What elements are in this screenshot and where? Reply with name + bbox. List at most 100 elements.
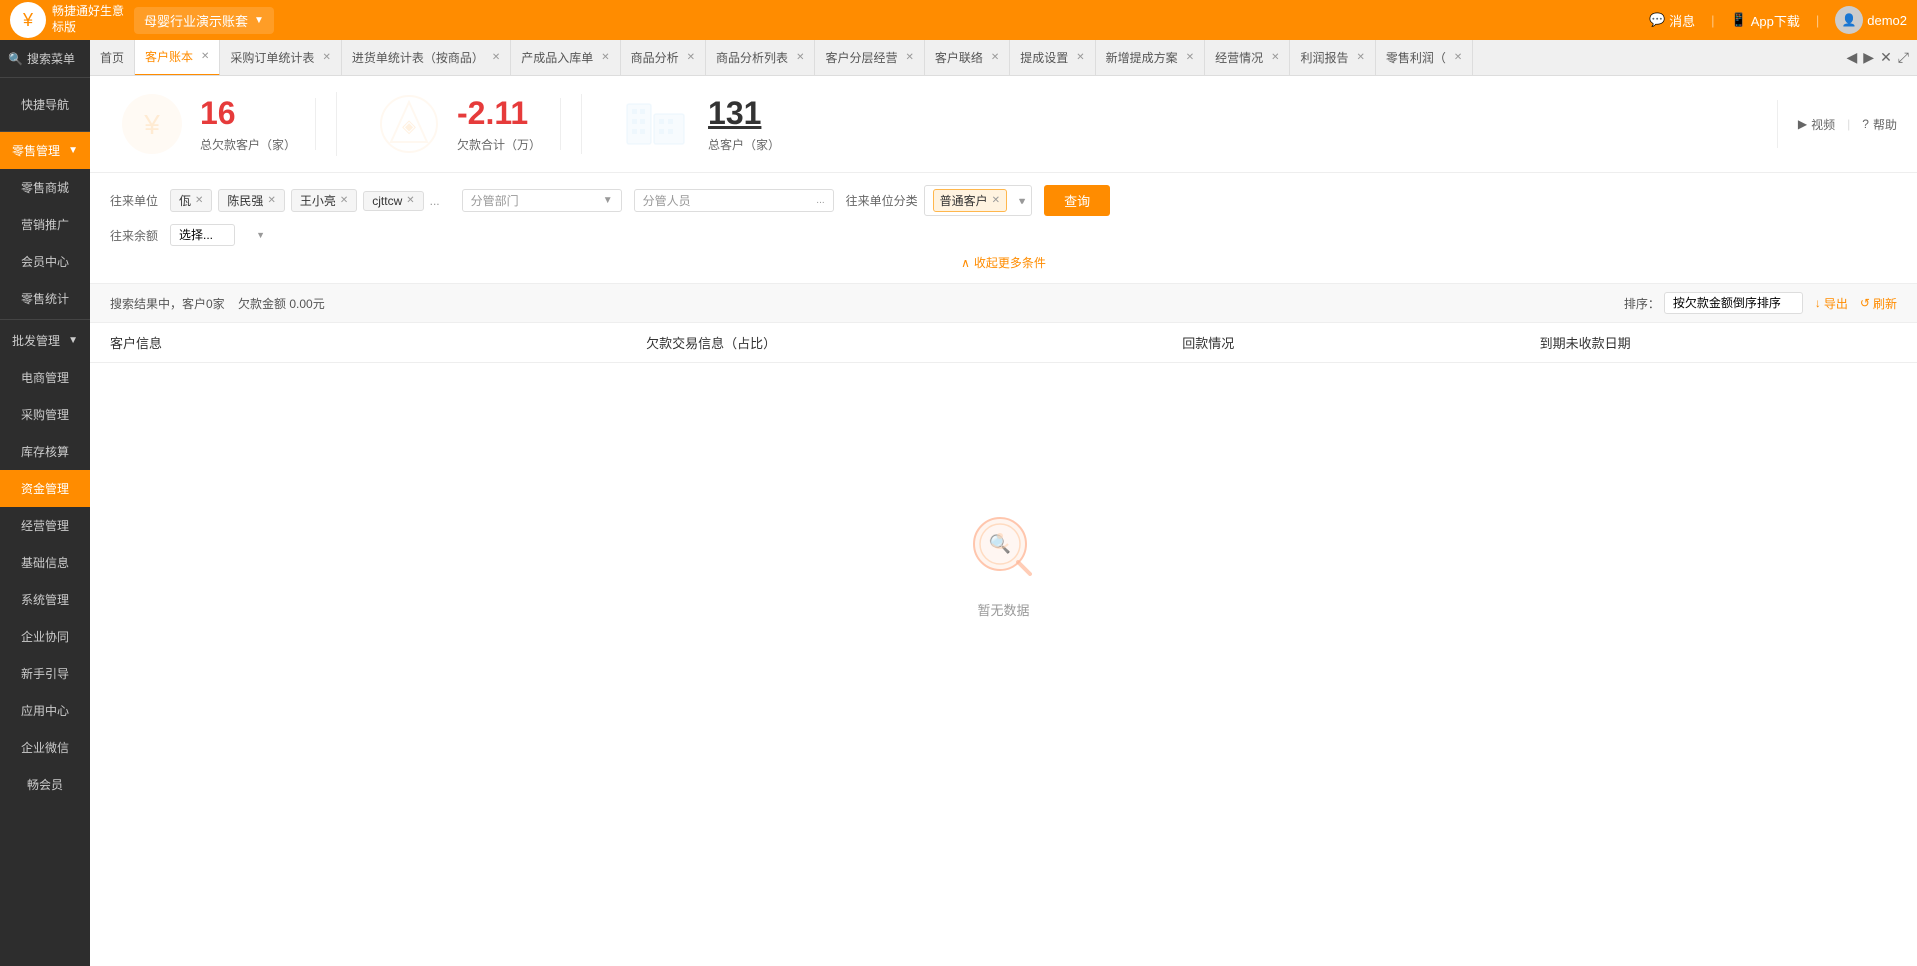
refresh-button[interactable]: ↺ 刷新: [1860, 295, 1897, 312]
help-btn[interactable]: ? 帮助: [1862, 116, 1897, 133]
tab-close-customer-account[interactable]: ✕: [201, 51, 209, 62]
sidebar-search[interactable]: 🔍 搜索菜单: [0, 40, 90, 78]
stat-values-debt-total: -2.11 欠款合计（万）: [457, 95, 541, 153]
tab-raise-settings[interactable]: 提成设置 ✕: [1010, 40, 1095, 76]
tab-product-analysis-list[interactable]: 商品分析列表 ✕: [706, 40, 815, 76]
unit-class-select-wrap[interactable]: 普通客户 ✕ ▼: [924, 185, 1032, 216]
filter-row-units: 往来单位 佤 ✕ 陈民强 ✕ 王小亮: [110, 185, 1897, 216]
person-dots: ...: [816, 195, 824, 206]
video-btn[interactable]: ▶ 视频: [1798, 116, 1835, 133]
unit-class-tag: 普通客户 ✕: [933, 189, 1007, 212]
filter-more-dots[interactable]: ...: [430, 194, 440, 208]
search-icon: 🔍: [8, 52, 23, 66]
tag-close-chen[interactable]: ✕: [267, 195, 275, 206]
sidebar-item-new-guide[interactable]: 新手引导: [0, 655, 90, 692]
tab-customer-account[interactable]: 客户账本 ✕: [135, 40, 220, 76]
refresh-icon: ↺: [1860, 296, 1870, 310]
sidebar-item-purchase[interactable]: 采购管理: [0, 396, 90, 433]
tab-close-new-raise-plan[interactable]: ✕: [1186, 52, 1194, 63]
sidebar-item-batch-mgmt[interactable]: 批发管理 ▼: [0, 322, 90, 359]
dept-select[interactable]: 分管部门 ▼: [462, 189, 622, 212]
export-button[interactable]: ↓ 导出: [1815, 295, 1848, 312]
person-select[interactable]: 分管人员 ...: [634, 189, 834, 212]
debt-total-number: -2.11: [457, 95, 541, 132]
tabs-controls: ◀ ▶ ✕ ⤢: [1839, 49, 1917, 66]
filter-tag-wang[interactable]: 王小亮 ✕: [291, 189, 357, 212]
sidebar-item-member-center[interactable]: 会员中心: [0, 243, 90, 280]
sidebar-item-enterprise-wechat[interactable]: 企业微信: [0, 729, 90, 766]
tab-close-customer-segment[interactable]: ✕: [905, 52, 913, 63]
balance-select[interactable]: 选择...: [170, 224, 235, 246]
sidebar-item-business[interactable]: 经营管理: [0, 507, 90, 544]
tag-close-wang[interactable]: ✕: [340, 195, 348, 206]
col-due-date: 到期未收款日期: [1540, 333, 1897, 352]
balance-select-wrap[interactable]: 选择...: [170, 224, 270, 246]
tab-purchase-order-stats[interactable]: 采购订单统计表 ✕: [220, 40, 341, 76]
tab-goods-inbound[interactable]: 进货单统计表（按商品） ✕: [342, 40, 511, 76]
sidebar-item-marketing[interactable]: 营销推广: [0, 206, 90, 243]
sidebar-nav-item[interactable]: 快捷导航: [0, 78, 90, 132]
filter-row-balance: 往来余额 选择...: [110, 224, 1897, 246]
sidebar-item-retail-mgmt[interactable]: 零售管理 ▼: [0, 132, 90, 169]
help-icon: ?: [1862, 117, 1869, 131]
tab-home[interactable]: 首页: [90, 40, 135, 76]
video-icon: ▶: [1798, 117, 1807, 131]
tab-close-retail-profit[interactable]: ✕: [1454, 52, 1462, 63]
tab-close-goods-inbound[interactable]: ✕: [492, 52, 500, 63]
tab-product-inbound[interactable]: 产成品入库单 ✕: [511, 40, 620, 76]
content-area: 首页 客户账本 ✕ 采购订单统计表 ✕ 进货单统计表（按商品） ✕ 产成品入库单…: [90, 40, 1917, 966]
tabs-scroll-left[interactable]: ◀: [1847, 49, 1858, 66]
tag-close-wa[interactable]: ✕: [195, 195, 203, 206]
sidebar-item-quick-nav[interactable]: 快捷导航: [0, 86, 90, 123]
tab-close-product-analysis[interactable]: ✕: [687, 52, 695, 63]
sidebar-item-app-center[interactable]: 应用中心: [0, 692, 90, 729]
tab-close-purchase-order-stats[interactable]: ✕: [322, 52, 330, 63]
total-customers-icon: [622, 94, 692, 154]
tab-customer-contact[interactable]: 客户联络 ✕: [925, 40, 1010, 76]
tab-retail-profit[interactable]: 零售利润（ ✕: [1376, 40, 1473, 76]
account-dropdown[interactable]: 母婴行业演示账套 ▼: [134, 7, 274, 34]
tab-customer-segment[interactable]: 客户分层经营 ✕: [815, 40, 924, 76]
tab-new-raise-plan[interactable]: 新增提成方案 ✕: [1096, 40, 1205, 76]
sidebar-item-basic-info[interactable]: 基础信息: [0, 544, 90, 581]
logo-area: ¥ 畅捷通好生意 标版: [10, 2, 124, 38]
unit-class-tag-close[interactable]: ✕: [992, 195, 1000, 206]
app-download-button[interactable]: 📱 App下载: [1731, 11, 1800, 30]
filter-tag-cjttcw[interactable]: cjttcw ✕: [363, 191, 423, 211]
tabs-bar: 首页 客户账本 ✕ 采购订单统计表 ✕ 进货单统计表（按商品） ✕ 产成品入库单…: [90, 40, 1917, 76]
filter-tags-units: 佤 ✕ 陈民强 ✕ 王小亮 ✕: [170, 189, 440, 212]
tabs-scroll-right[interactable]: ▶: [1863, 49, 1874, 66]
unit-class-label: 往来单位分类: [846, 192, 918, 209]
tab-close-business-status[interactable]: ✕: [1271, 52, 1279, 63]
tab-close-customer-contact[interactable]: ✕: [991, 52, 999, 63]
sidebar-item-enterprise-coop[interactable]: 企业协同: [0, 618, 90, 655]
logo-text: 畅捷通好生意 标版: [52, 4, 124, 35]
tab-close-raise-settings[interactable]: ✕: [1076, 52, 1084, 63]
tab-business-status[interactable]: 经营情况 ✕: [1205, 40, 1290, 76]
tab-close-product-analysis-list[interactable]: ✕: [796, 52, 804, 63]
filter-tag-wa[interactable]: 佤 ✕: [170, 189, 212, 212]
stat-block-total-customers: 131 总客户（家）: [581, 94, 1798, 154]
sidebar-item-ecommerce[interactable]: 电商管理: [0, 359, 90, 396]
sidebar-item-member-vip[interactable]: 畅会员: [0, 766, 90, 803]
tab-close-product-inbound[interactable]: ✕: [601, 52, 609, 63]
sidebar-item-retail-mall[interactable]: 零售商城: [0, 169, 90, 206]
tab-profit-report[interactable]: 利润报告 ✕: [1290, 40, 1375, 76]
sidebar-item-retail-stats[interactable]: 零售统计: [0, 280, 90, 317]
tag-close-cjttcw[interactable]: ✕: [406, 195, 414, 206]
sidebar-item-capital[interactable]: 资金管理: [0, 470, 90, 507]
svg-text:¥: ¥: [143, 109, 160, 140]
user-menu[interactable]: 👤 demo2: [1835, 6, 1907, 34]
tabs-maximize[interactable]: ⤢: [1898, 49, 1909, 66]
sidebar-item-inventory[interactable]: 库存核算: [0, 433, 90, 470]
stat-block-debt-total: ◈ -2.11 欠款合计（万）: [336, 92, 581, 156]
tabs-close-all[interactable]: ✕: [1880, 49, 1892, 66]
tab-product-analysis[interactable]: 商品分析 ✕: [621, 40, 706, 76]
sort-select[interactable]: 按欠款金额倒序排序: [1664, 292, 1803, 314]
tab-close-profit-report[interactable]: ✕: [1357, 52, 1365, 63]
query-button[interactable]: 查询: [1044, 185, 1110, 216]
message-button[interactable]: 💬 消息: [1649, 11, 1695, 30]
collapse-button[interactable]: ∧ 收起更多条件: [961, 254, 1046, 271]
filter-tag-chen[interactable]: 陈民强 ✕: [218, 189, 284, 212]
sidebar-item-system[interactable]: 系统管理: [0, 581, 90, 618]
